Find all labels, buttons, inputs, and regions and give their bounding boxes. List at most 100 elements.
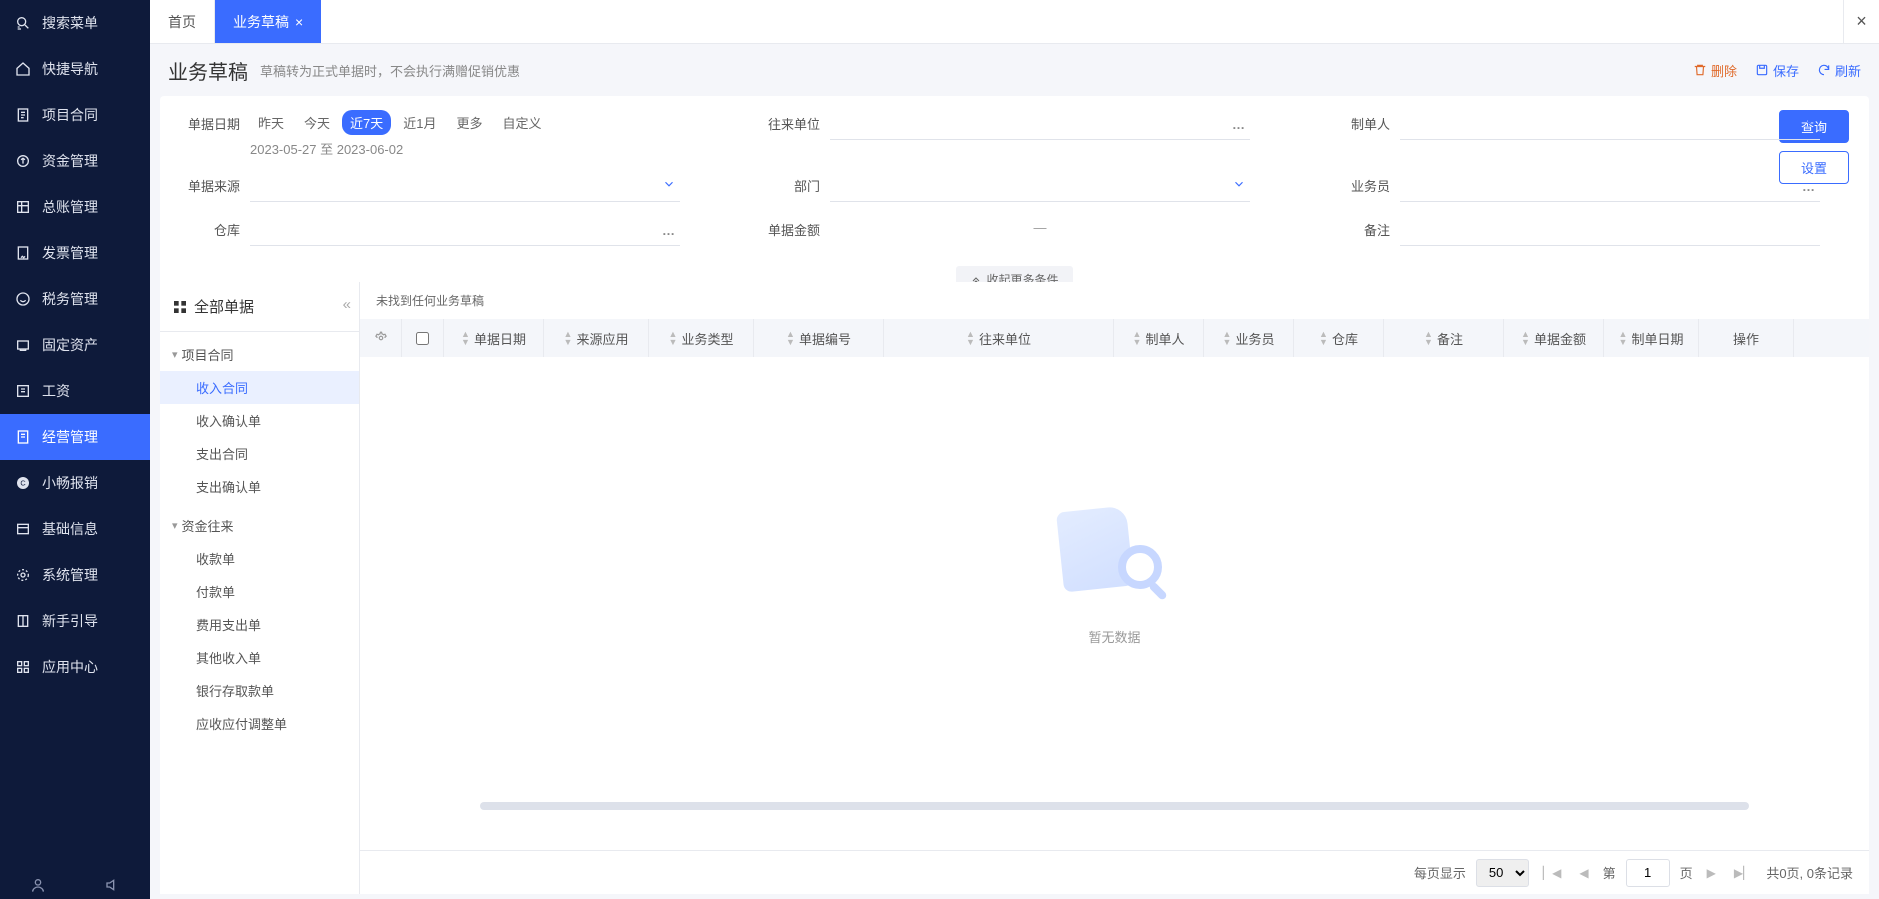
close-icon[interactable]: × xyxy=(295,14,303,30)
category-item[interactable]: 收入确认单 xyxy=(160,404,359,437)
sidebar-item-system[interactable]: 系统管理 xyxy=(0,552,150,598)
page-next-button[interactable]: ▶ xyxy=(1703,866,1720,880)
page-last-button[interactable]: ▶▏ xyxy=(1730,866,1756,880)
date-chip[interactable]: 昨天 xyxy=(250,110,292,135)
category-item[interactable]: 收款单 xyxy=(160,542,359,575)
refresh-button[interactable]: 刷新 xyxy=(1817,61,1861,80)
category-item[interactable]: 收入合同 xyxy=(160,371,359,404)
column-header[interactable]: ▲▼制单日期 xyxy=(1604,319,1699,357)
category-item[interactable]: 付款单 xyxy=(160,575,359,608)
date-chip[interactable]: 更多 xyxy=(449,110,491,135)
sidebar-item-label: 快捷导航 xyxy=(42,59,98,79)
category-item[interactable]: 银行存取款单 xyxy=(160,674,359,707)
sales-input[interactable] xyxy=(1400,172,1820,202)
sidebar-item-contract[interactable]: 项目合同 xyxy=(0,92,150,138)
category-item[interactable]: 支出合同 xyxy=(160,437,359,470)
chevron-down-icon[interactable] xyxy=(1802,115,1816,129)
page-first-button[interactable]: ▏◀ xyxy=(1539,866,1565,880)
sidebar-item-asset[interactable]: 固定资产 xyxy=(0,322,150,368)
sort-icon[interactable]: ▲▼ xyxy=(966,330,975,346)
more-icon[interactable]: … xyxy=(1232,117,1246,132)
sort-icon[interactable]: ▲▼ xyxy=(669,330,678,346)
speaker-icon[interactable] xyxy=(105,877,121,893)
column-settings-button[interactable] xyxy=(360,319,402,357)
collapse-left-icon[interactable]: « xyxy=(343,296,351,313)
sidebar-footer xyxy=(0,871,150,899)
sidebar-item-home[interactable]: 快捷导航 xyxy=(0,46,150,92)
sidebar-item-chang[interactable]: C小畅报销 xyxy=(0,460,150,506)
category-item[interactable]: 费用支出单 xyxy=(160,608,359,641)
date-chip[interactable]: 自定义 xyxy=(495,110,550,135)
sort-icon[interactable]: ▲▼ xyxy=(1424,330,1433,346)
horizontal-scrollbar[interactable] xyxy=(480,802,1749,810)
partner-input[interactable] xyxy=(830,110,1250,140)
date-chip[interactable]: 今天 xyxy=(296,110,338,135)
dept-input[interactable] xyxy=(830,172,1250,202)
sidebar-item-wage[interactable]: 工资 xyxy=(0,368,150,414)
column-header[interactable]: ▲▼往来单位 xyxy=(884,319,1114,357)
category-item[interactable]: 应收应付调整单 xyxy=(160,707,359,740)
sidebar-item-search[interactable]: 搜索菜单 xyxy=(0,0,150,46)
column-header[interactable]: 操作 xyxy=(1699,319,1794,357)
sidebar-item-invoice[interactable]: 发票管理 xyxy=(0,230,150,276)
all-bills-label[interactable]: 全部单据 xyxy=(194,296,254,317)
column-header[interactable]: ▲▼备注 xyxy=(1384,319,1504,357)
page-header: 业务草稿 草稿转为正式单据时，不会执行满赠促销优惠 删除 保存 刷新 xyxy=(150,44,1879,96)
sidebar-item-business[interactable]: 经营管理 xyxy=(0,414,150,460)
select-all-checkbox[interactable] xyxy=(402,319,444,357)
tab-close-all[interactable]: × xyxy=(1843,0,1879,43)
empty-state: 暂无数据 xyxy=(360,497,1869,646)
column-header[interactable]: ▲▼业务类型 xyxy=(649,319,754,357)
sidebar-item-apps[interactable]: 应用中心 xyxy=(0,644,150,690)
sidebar-item-label: 发票管理 xyxy=(42,243,98,263)
warehouse-input[interactable] xyxy=(250,216,680,246)
category-item[interactable]: 其他收入单 xyxy=(160,641,359,674)
more-icon[interactable]: … xyxy=(662,223,676,238)
sidebar: 搜索菜单快捷导航项目合同资金管理总账管理发票管理税务管理固定资产工资经营管理C小… xyxy=(0,0,150,899)
sidebar-item-ledger[interactable]: 总账管理 xyxy=(0,184,150,230)
tab-home[interactable]: 首页 xyxy=(150,0,215,43)
chevron-down-icon[interactable] xyxy=(662,177,676,191)
business-icon xyxy=(14,428,32,446)
sort-icon[interactable]: ▲▼ xyxy=(1521,330,1530,346)
sort-icon[interactable]: ▲▼ xyxy=(1133,330,1142,346)
column-header[interactable]: ▲▼单据日期 xyxy=(444,319,544,357)
sidebar-item-basic[interactable]: 基础信息 xyxy=(0,506,150,552)
more-icon[interactable]: … xyxy=(1802,179,1816,194)
sidebar-item-fund[interactable]: 资金管理 xyxy=(0,138,150,184)
column-header[interactable]: ▲▼仓库 xyxy=(1294,319,1384,357)
save-button[interactable]: 保存 xyxy=(1755,61,1799,80)
maker-input[interactable] xyxy=(1400,110,1820,140)
sort-icon[interactable]: ▲▼ xyxy=(1223,330,1232,346)
chang-icon: C xyxy=(14,474,32,492)
column-header[interactable]: ▲▼单据编号 xyxy=(754,319,884,357)
date-chip[interactable]: 近1月 xyxy=(395,110,444,135)
sidebar-item-label: 资金管理 xyxy=(42,151,98,171)
sort-icon[interactable]: ▲▼ xyxy=(1319,330,1328,346)
column-header[interactable]: ▲▼制单人 xyxy=(1114,319,1204,357)
category-group[interactable]: ▾项目合同 xyxy=(160,338,359,371)
sort-icon[interactable]: ▲▼ xyxy=(461,330,470,346)
sort-icon[interactable]: ▲▼ xyxy=(786,330,795,346)
sort-icon[interactable]: ▲▼ xyxy=(1619,330,1628,346)
sidebar-item-tax[interactable]: 税务管理 xyxy=(0,276,150,322)
remark-input[interactable] xyxy=(1400,216,1820,246)
category-group[interactable]: ▾资金往来 xyxy=(160,509,359,542)
tab-draft[interactable]: 业务草稿 × xyxy=(215,0,321,43)
category-item[interactable]: 支出确认单 xyxy=(160,470,359,503)
page-prev-button[interactable]: ◀ xyxy=(1575,866,1592,880)
source-input[interactable] xyxy=(250,172,680,202)
column-header[interactable]: ▲▼单据金额 xyxy=(1504,319,1604,357)
wage-icon xyxy=(14,382,32,400)
page-input[interactable] xyxy=(1626,859,1670,887)
column-header[interactable]: ▲▼业务员 xyxy=(1204,319,1294,357)
per-page-select[interactable]: 50 xyxy=(1476,859,1529,887)
column-header[interactable]: ▲▼来源应用 xyxy=(544,319,649,357)
sidebar-item-guide[interactable]: 新手引导 xyxy=(0,598,150,644)
person-icon[interactable] xyxy=(30,877,46,893)
contract-icon xyxy=(14,106,32,124)
sort-icon[interactable]: ▲▼ xyxy=(564,330,573,346)
delete-button[interactable]: 删除 xyxy=(1693,61,1737,80)
chevron-down-icon[interactable] xyxy=(1232,177,1246,191)
date-chip[interactable]: 近7天 xyxy=(342,110,391,135)
